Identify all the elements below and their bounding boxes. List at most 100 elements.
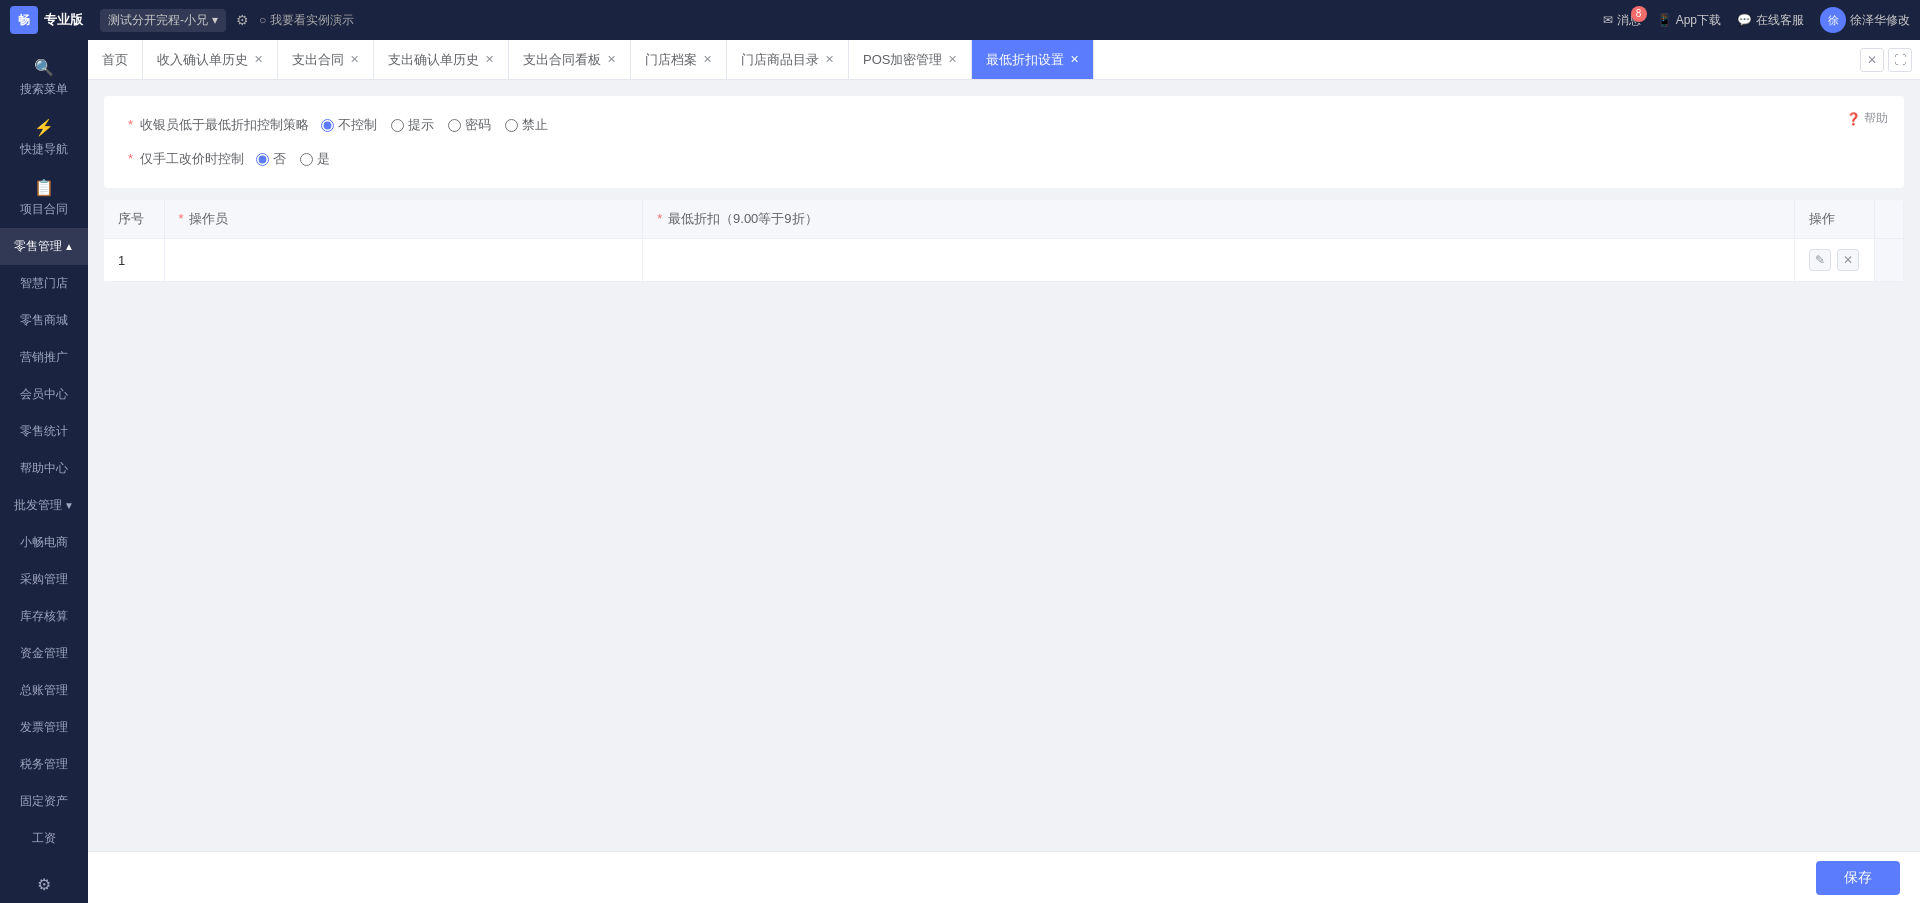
sidebar-item-fund-mgmt[interactable]: 资金管理 — [0, 635, 88, 672]
tab-label: 门店商品目录 — [741, 51, 819, 69]
online-service-label: 在线客服 — [1756, 12, 1804, 29]
sidebar-item-label: 项目合同 — [20, 201, 68, 218]
radio-no-control[interactable]: 不控制 — [321, 116, 377, 134]
table-header: 序号 * 操作员 * 最低折扣（9.00等于9折） 操作 — [104, 200, 1904, 239]
sidebar-item-purchase-mgmt[interactable]: 采购管理 — [0, 561, 88, 598]
page-footer: 保存 — [88, 851, 1920, 903]
radio-password[interactable]: 密码 — [448, 116, 491, 134]
form-section: ❓ 帮助 * 收银员低于最低折扣控制策略 不控制 — [104, 96, 1904, 188]
message-button[interactable]: ✉ 消息 8 — [1603, 12, 1641, 29]
radio-forbid-input[interactable] — [505, 119, 518, 132]
tab-payment-board[interactable]: 支出合同看板 ✕ — [509, 40, 631, 80]
user-name: 徐泽华修改 — [1850, 12, 1910, 29]
sidebar-item-label: 库存核算 — [20, 608, 68, 625]
chevron-down-icon: ▼ — [64, 500, 74, 511]
demo-link[interactable]: 我要看实例演示 — [259, 12, 354, 29]
cell-discount — [643, 239, 1795, 282]
sidebar-item-ledger-mgmt[interactable]: 总账管理 — [0, 672, 88, 709]
user-info[interactable]: 徐 徐泽华修改 — [1820, 7, 1910, 33]
cashier-strategy-row: * 收银员低于最低折扣控制策略 不控制 提示 — [128, 116, 1880, 134]
sidebar-item-label: 发票管理 — [20, 719, 68, 736]
radio-hint[interactable]: 提示 — [391, 116, 434, 134]
scrollbar-col — [1875, 200, 1904, 239]
sidebar-item-retail-mall[interactable]: 零售商城 — [0, 302, 88, 339]
col-header-seq: 序号 — [104, 200, 164, 239]
sidebar-item-ecommerce[interactable]: 小畅电商 — [0, 524, 88, 561]
tab-close-icon[interactable]: ✕ — [948, 53, 957, 66]
radio-no-control-input[interactable] — [321, 119, 334, 132]
tab-pos-password[interactable]: POS加密管理 ✕ — [849, 40, 972, 80]
sidebar-item-label: 会员中心 — [20, 386, 68, 403]
sidebar-item-search[interactable]: 🔍 搜索菜单 — [0, 48, 88, 108]
message-icon: ✉ — [1603, 13, 1613, 27]
sidebar-item-inventory[interactable]: 库存核算 — [0, 598, 88, 635]
project-selector[interactable]: 测试分开完程-小兄 ▾ — [100, 9, 226, 32]
sidebar-item-marketing[interactable]: 营销推广 — [0, 339, 88, 376]
cell-operator — [164, 239, 643, 282]
tab-store-product[interactable]: 门店商品目录 ✕ — [727, 40, 849, 80]
sidebar-item-batch-mgmt[interactable]: 批发管理 ▼ — [0, 487, 88, 524]
sidebar-item-salary[interactable]: 工资 — [0, 820, 88, 857]
radio-no[interactable]: 否 — [256, 150, 286, 168]
sidebar-gear-icon[interactable]: ⚙ — [29, 867, 59, 902]
sidebar-item-invoice-mgmt[interactable]: 发票管理 — [0, 709, 88, 746]
logo-icon: 畅 — [10, 6, 38, 34]
save-button[interactable]: 保存 — [1816, 861, 1900, 895]
help-link[interactable]: ❓ 帮助 — [1846, 110, 1888, 127]
tab-payment-contract[interactable]: 支出合同 ✕ — [278, 40, 374, 80]
cell-action: ✎ ✕ — [1795, 239, 1875, 282]
action-icons: ✎ ✕ — [1809, 249, 1860, 271]
sidebar-item-project-contract[interactable]: 📋 项目合同 — [0, 168, 88, 228]
required-star: * — [179, 211, 184, 226]
expand-tabs-button[interactable]: ⛶ — [1888, 48, 1912, 72]
tab-close-icon[interactable]: ✕ — [485, 53, 494, 66]
sidebar-item-retail-mgmt[interactable]: 零售管理 ▲ — [0, 228, 88, 265]
radio-yes[interactable]: 是 — [300, 150, 330, 168]
table-row: 1 ✎ ✕ — [104, 239, 1904, 282]
sidebar-item-member-center[interactable]: 会员中心 — [0, 376, 88, 413]
sidebar-item-help-center[interactable]: 帮助中心 — [0, 450, 88, 487]
sidebar-item-label: 资金管理 — [20, 645, 68, 662]
app-download-icon: 📱 — [1657, 13, 1672, 27]
tab-min-discount[interactable]: 最低折扣设置 ✕ — [972, 40, 1094, 80]
radio-yes-input[interactable] — [300, 153, 313, 166]
sidebar-item-quick-nav[interactable]: ⚡ 快捷导航 — [0, 108, 88, 168]
sidebar-item-fixed-assets[interactable]: 固定资产 — [0, 783, 88, 820]
sidebar-item-smart-store[interactable]: 智慧门店 — [0, 265, 88, 302]
content-area: 首页 收入确认单历史 ✕ 支出合同 ✕ 支出确认单历史 ✕ 支出合同看板 ✕ 门… — [88, 40, 1920, 903]
tab-close-icon[interactable]: ✕ — [350, 53, 359, 66]
radio-hint-input[interactable] — [391, 119, 404, 132]
sidebar-item-label: 帮助中心 — [20, 460, 68, 477]
tab-home[interactable]: 首页 — [88, 40, 143, 80]
delete-row-button[interactable]: ✕ — [1837, 249, 1859, 271]
tab-close-icon[interactable]: ✕ — [1070, 53, 1079, 66]
tab-close-icon[interactable]: ✕ — [825, 53, 834, 66]
app-download-label: App下载 — [1676, 12, 1721, 29]
topbar-right: ✉ 消息 8 📱 App下载 💬 在线客服 徐 徐泽华修改 — [1603, 7, 1910, 33]
edit-row-button[interactable]: ✎ — [1809, 249, 1831, 271]
tab-close-icon[interactable]: ✕ — [254, 53, 263, 66]
topbar-settings-icon[interactable]: ⚙ — [236, 12, 249, 28]
sidebar-item-label: 零售商城 — [20, 312, 68, 329]
tab-payment-confirm[interactable]: 支出确认单历史 ✕ — [374, 40, 509, 80]
online-service-button[interactable]: 💬 在线客服 — [1737, 12, 1804, 29]
tab-close-icon[interactable]: ✕ — [703, 53, 712, 66]
col-header-operator: * 操作员 — [164, 200, 643, 239]
sidebar-item-label: 零售管理 — [14, 238, 62, 255]
radio-no-input[interactable] — [256, 153, 269, 166]
sidebar-item-retail-stats[interactable]: 零售统计 — [0, 413, 88, 450]
app-download-button[interactable]: 📱 App下载 — [1657, 12, 1721, 29]
tab-income-confirm[interactable]: 收入确认单历史 ✕ — [143, 40, 278, 80]
radio-forbid[interactable]: 禁止 — [505, 116, 548, 134]
tab-label: POS加密管理 — [863, 51, 942, 69]
close-all-tabs-button[interactable]: ✕ — [1860, 48, 1884, 72]
required-star: * — [657, 211, 662, 226]
tabbar-actions: ✕ ⛶ — [1852, 48, 1920, 72]
radio-password-input[interactable] — [448, 119, 461, 132]
tab-close-icon[interactable]: ✕ — [607, 53, 616, 66]
sidebar-item-tax-mgmt[interactable]: 税务管理 — [0, 746, 88, 783]
sidebar: 🔍 搜索菜单 ⚡ 快捷导航 📋 项目合同 零售管理 ▲ 智慧门店 零售商城 营销… — [0, 40, 88, 903]
sidebar-item-label: 税务管理 — [20, 756, 68, 773]
tab-store-file[interactable]: 门店档案 ✕ — [631, 40, 727, 80]
page-content: ❓ 帮助 * 收银员低于最低折扣控制策略 不控制 — [88, 80, 1920, 851]
